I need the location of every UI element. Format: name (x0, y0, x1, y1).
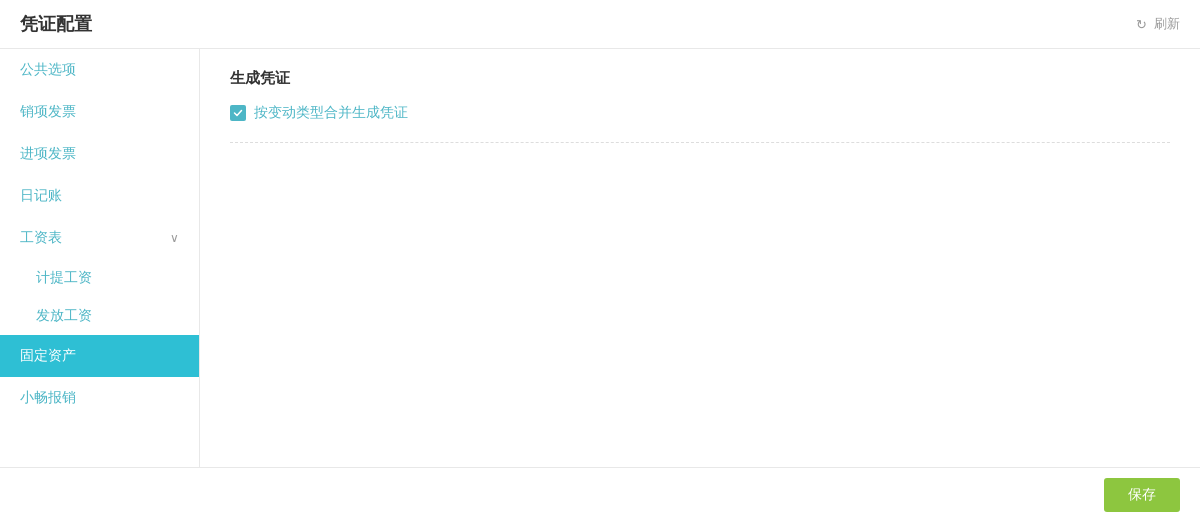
sidebar-item-expense-report[interactable]: 小畅报销 (0, 377, 199, 419)
section-divider (230, 142, 1170, 143)
section-title: 生成凭证 (230, 69, 1170, 88)
sidebar-label-pay-salary: 发放工资 (36, 307, 92, 323)
sidebar-item-fixed-assets[interactable]: 固定资产 (0, 335, 199, 377)
header: 凭证配置 ↻ 刷新 (0, 0, 1200, 49)
sidebar-item-sales-invoice[interactable]: 销项发票 (0, 91, 199, 133)
sidebar-label-calc-salary: 计提工资 (36, 269, 92, 285)
save-button[interactable]: 保存 (1104, 478, 1180, 512)
refresh-button[interactable]: ↻ 刷新 (1136, 15, 1180, 33)
sidebar-item-pay-salary[interactable]: 发放工资 (0, 297, 199, 335)
sidebar-label-purchase-invoice: 进项发票 (20, 145, 76, 163)
refresh-icon: ↻ (1136, 17, 1150, 31)
sidebar-item-public-options[interactable]: 公共选项 (0, 49, 199, 91)
sidebar-label-sales-invoice: 销项发票 (20, 103, 76, 121)
sidebar-label-payroll: 工资表 (20, 229, 62, 247)
footer: 保存 (0, 467, 1200, 522)
content-area: 生成凭证 按变动类型合并生成凭证 (200, 49, 1200, 467)
sidebar-label-expense-report: 小畅报销 (20, 389, 76, 407)
chevron-down-icon: ∨ (170, 231, 179, 245)
sidebar-item-payroll[interactable]: 工资表 ∨ (0, 217, 199, 259)
sidebar-item-calc-salary[interactable]: 计提工资 (0, 259, 199, 297)
merge-checkbox[interactable] (230, 105, 246, 121)
sidebar-item-purchase-invoice[interactable]: 进项发票 (0, 133, 199, 175)
refresh-label: 刷新 (1154, 15, 1180, 33)
checkbox-label: 按变动类型合并生成凭证 (254, 104, 408, 122)
sidebar-label-fixed-assets: 固定资产 (20, 347, 76, 365)
page-title: 凭证配置 (20, 12, 92, 36)
checkbox-row: 按变动类型合并生成凭证 (230, 104, 1170, 122)
sidebar-label-journal: 日记账 (20, 187, 62, 205)
sidebar-label-public-options: 公共选项 (20, 61, 76, 79)
sidebar: 公共选项销项发票进项发票日记账工资表 ∨ 计提工资发放工资固定资产小畅报销 (0, 49, 200, 467)
main-layout: 公共选项销项发票进项发票日记账工资表 ∨ 计提工资发放工资固定资产小畅报销 生成凭证… (0, 49, 1200, 467)
sidebar-item-journal[interactable]: 日记账 (0, 175, 199, 217)
